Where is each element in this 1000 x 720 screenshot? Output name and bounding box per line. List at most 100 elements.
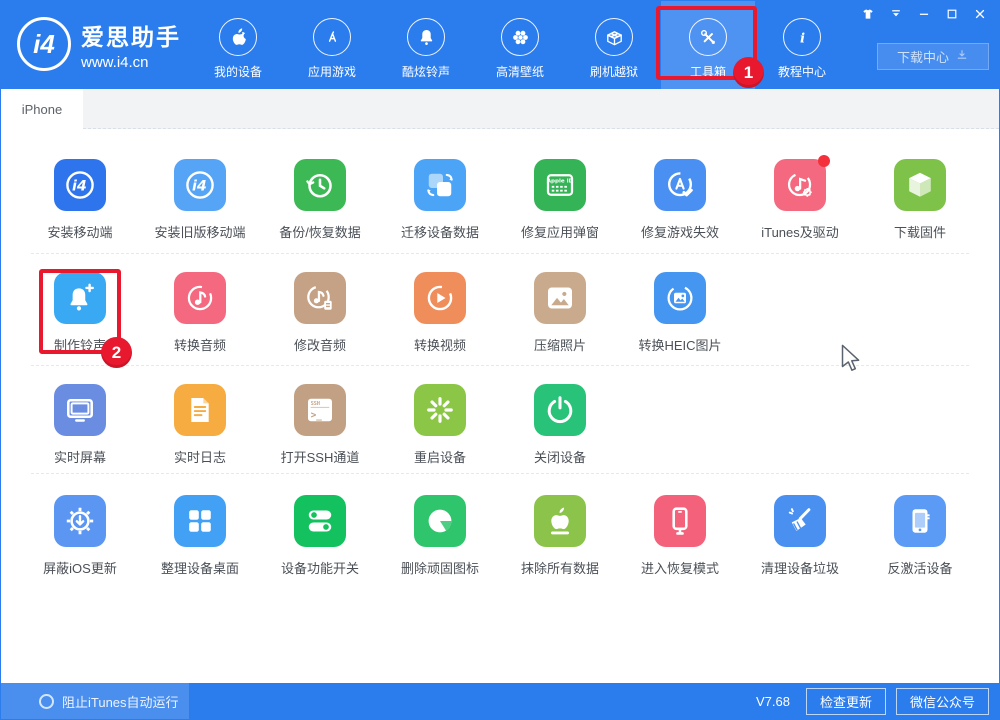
tool-label: 备份/恢复数据 [279,225,361,240]
tool-reboot-device[interactable]: 重启设备 [380,384,500,473]
tool-live-log[interactable]: 实时日志 [140,384,260,473]
shirt-icon [861,7,875,26]
note-edit-icon [294,272,346,324]
nav-item-label: 工具箱 [689,65,726,79]
annotation-step2-badge: 2 [101,337,132,368]
theme-button[interactable] [860,9,875,24]
maximize-button[interactable] [944,9,959,24]
svg-text:i4: i4 [72,178,87,194]
annotation-step1-badge: 1 [733,57,764,88]
tool-label: 进入恢复模式 [640,561,719,576]
tool-label: 实时日志 [173,450,226,465]
itunes-gear-icon [774,155,830,211]
tool-label: 修复应用弹窗 [520,225,599,240]
tool-open-ssh-tunnel[interactable]: SSH >_ 打开SSH通道 [260,384,380,473]
tool-row-2: 制作铃声 转换音频 修改音频 转换视频 压缩照片 转换HEIC图片 [1,254,999,365]
tool-backup-restore-data[interactable]: 备份/恢复数据 [260,159,380,253]
tool-deactivate-device[interactable]: 反激活设备 [860,495,980,585]
nav-item-cool-ringtones[interactable]: 酷炫铃声 [379,1,473,89]
photo-circle-icon [654,272,706,324]
wechat-official-button[interactable]: 微信公众号 [895,687,989,715]
tool-row-3: 实时屏幕 实时日志 SSH >_ 打开SSH通道 重启设备 关闭设备 [1,366,999,473]
tool-convert-heic[interactable]: 转换HEIC图片 [620,272,740,365]
info-icon: i [783,18,821,56]
nav-item-apps-games[interactable]: 应用游戏 [285,1,379,89]
tool-label: 转换音频 [173,338,226,353]
tool-convert-video[interactable]: 转换视频 [380,272,500,365]
nav-item-label: 高清壁纸 [495,65,544,79]
bell-plus-icon [54,272,106,324]
recovery-icon [654,495,706,547]
nav-item-tutorial-center[interactable]: i 教程中心 [755,1,849,89]
nav-item-label: 应用游戏 [307,65,356,79]
tool-label: 抹除所有数据 [520,561,599,576]
appstore-check-icon [654,159,706,211]
tool-block-ios-update[interactable]: 屏蔽iOS更新 [20,495,140,585]
power-icon [534,384,586,436]
tool-compress-photos[interactable]: 压缩照片 [500,272,620,365]
tool-migrate-device-data[interactable]: 迁移设备数据 [380,159,500,253]
phone-icon [894,495,946,547]
check-update-button[interactable]: 检查更新 [805,687,886,715]
tool-organize-desktop[interactable]: 整理设备桌面 [140,495,260,585]
app-logo[interactable]: i4 爱思助手 www.i4.cn [17,17,181,71]
tab-strip [83,89,999,129]
tool-shutdown-device[interactable]: 关闭设备 [500,384,620,473]
nav-item-my-devices[interactable]: 我的设备 [191,1,285,89]
tool-install-mobile[interactable]: i4 安装移动端 [20,159,140,253]
tool-row-4: 屏蔽iOS更新 整理设备桌面 设备功能开关 删除顽固图标 抹除所有数据 进入恢复模式 清理设… [1,474,999,585]
tool-device-feature-switch[interactable]: 设备功能开关 [260,495,380,585]
tool-label: 安装移动端 [47,225,113,240]
i4-logo-icon: i4 [174,159,226,211]
package-icon [595,18,633,56]
monitor-icon [54,384,106,436]
tool-label: 转换视频 [413,338,466,353]
nav-item-label: 酷炫铃声 [401,65,450,79]
tool-clean-device-junk[interactable]: 清理设备垃圾 [740,495,860,585]
tool-itunes-and-driver[interactable]: iTunes及驱动 [740,155,860,253]
toggle-label: 阻止iTunes自动运行 [62,694,179,710]
tool-convert-audio[interactable]: 转换音频 [140,272,260,365]
tool-download-firmware[interactable]: 下载固件 [860,159,980,253]
block-itunes-autorun-toggle[interactable]: 阻止iTunes自动运行 [1,683,189,719]
flower-icon [501,18,539,56]
tool-fix-game-invalid[interactable]: 修复游戏失效 [620,159,740,253]
app-window: i4 爱思助手 www.i4.cn 我的设备 应用游戏 酷炫铃声 高清壁纸 刷机越狱 工具… [0,0,1000,720]
tool-live-screen[interactable]: 实时屏幕 [20,384,140,473]
apple-icon [219,18,257,56]
clock-pie-icon [414,495,466,547]
app-title: 爱思助手 [81,23,181,50]
download-center-label: 下载中心 [896,50,949,65]
tab-iphone[interactable]: iPhone [1,89,83,129]
tool-label: iTunes及驱动 [761,225,839,240]
tool-delete-stubborn-icons[interactable]: 删除顽固图标 [380,495,500,585]
broom-icon [774,495,826,547]
note-circle-icon [174,272,226,324]
tool-label: 屏蔽iOS更新 [43,561,117,576]
tool-label: 删除顽固图标 [400,561,479,576]
cube-icon [894,159,946,211]
tool-fix-app-popup[interactable]: Apple ID 修复应用弹窗 [500,159,620,253]
close-button[interactable] [972,9,987,24]
tool-row-1: i4 安装移动端 i4 安装旧版移动端 备份/恢复数据 迁移设备数据 Apple ID 修复应… [1,129,999,253]
nav-item-label: 我的设备 [213,65,262,79]
tool-edit-audio[interactable]: 修改音频 [260,272,380,365]
tool-enter-recovery-mode[interactable]: 进入恢复模式 [620,495,740,585]
tool-erase-all-data[interactable]: 抹除所有数据 [500,495,620,585]
radio-circle-icon [39,693,54,709]
tool-label: 实时屏幕 [53,450,106,465]
apple-id-card-icon: Apple ID [534,159,586,211]
close-icon [973,7,987,26]
nav-item-hd-wallpapers[interactable]: 高清壁纸 [473,1,567,89]
menu-button[interactable] [888,9,903,24]
tool-install-old-mobile[interactable]: i4 安装旧版移动端 [140,159,260,253]
minimize-button[interactable] [916,9,931,24]
svg-text:i: i [799,30,804,46]
tool-label: 迁移设备数据 [400,225,479,240]
svg-text:i4: i4 [192,178,207,194]
nav-item-flash-jailbreak[interactable]: 刷机越狱 [567,1,661,89]
tool-label: 关闭设备 [533,450,586,465]
download-center-button[interactable]: 下载中心 [877,43,989,70]
apple-erase-icon [534,495,586,547]
tool-label: 反激活设备 [887,561,953,576]
